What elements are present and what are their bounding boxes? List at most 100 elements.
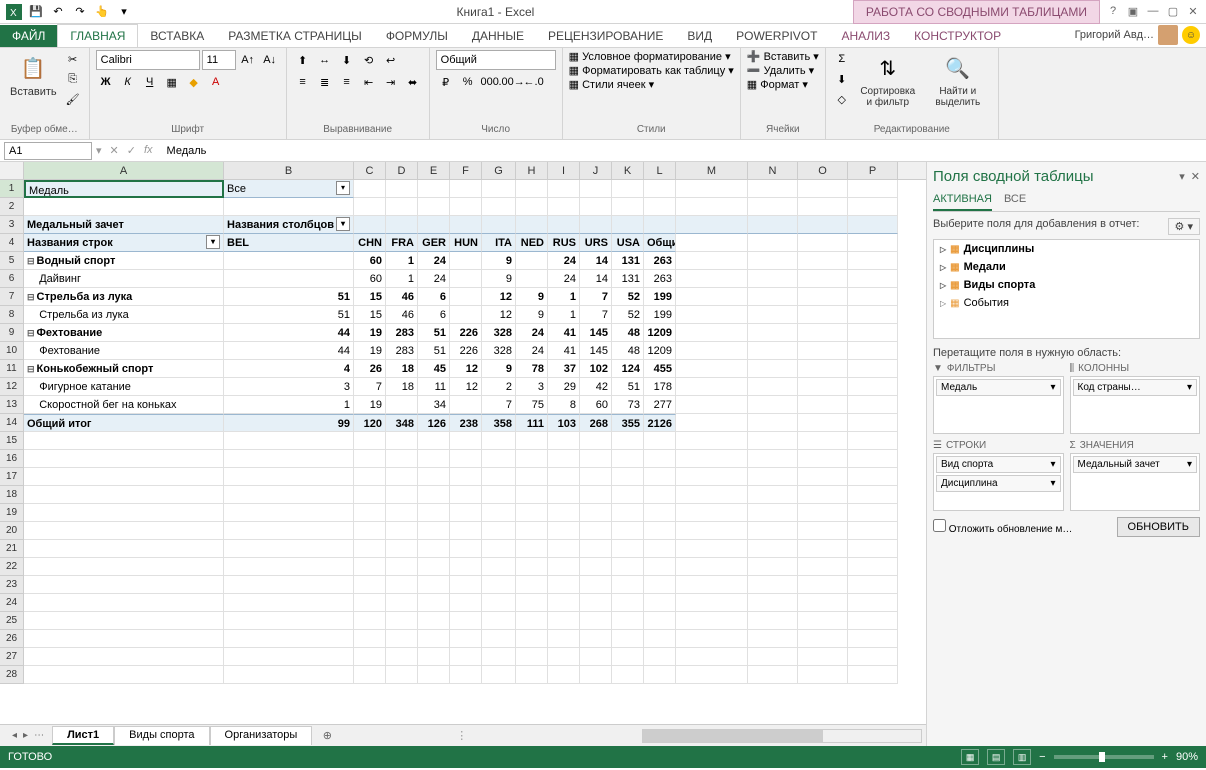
field-item[interactable]: ▷▦Дисциплины <box>934 240 1199 258</box>
sheet-nav-last-icon[interactable]: ▸ <box>23 730 28 741</box>
cell[interactable] <box>798 306 848 324</box>
cell[interactable] <box>798 486 848 504</box>
cell[interactable] <box>848 486 898 504</box>
cell[interactable] <box>386 180 418 198</box>
cell[interactable] <box>224 252 354 270</box>
field-item[interactable]: ▷▦События <box>934 294 1199 312</box>
cell[interactable] <box>548 180 580 198</box>
cell[interactable] <box>580 558 612 576</box>
cell[interactable] <box>224 630 354 648</box>
undo-icon[interactable]: ↶ <box>48 2 68 22</box>
cell[interactable] <box>516 576 548 594</box>
cell[interactable] <box>548 630 580 648</box>
cell[interactable]: 60 <box>354 252 386 270</box>
cell[interactable] <box>798 198 848 216</box>
cell[interactable] <box>386 486 418 504</box>
expand-collapse-icon[interactable]: ⊟ <box>27 364 35 374</box>
help-icon[interactable]: ? <box>1104 5 1122 18</box>
cell[interactable] <box>580 180 612 198</box>
cell[interactable] <box>748 666 798 684</box>
cell[interactable] <box>612 594 644 612</box>
delete-cells-button[interactable]: ➖ Удалить ▾ <box>747 64 819 77</box>
maximize-icon[interactable]: ▢ <box>1164 5 1182 18</box>
cell[interactable] <box>516 522 548 540</box>
cell[interactable] <box>676 378 748 396</box>
cell[interactable] <box>748 396 798 414</box>
cell[interactable] <box>482 522 516 540</box>
cell[interactable] <box>848 216 898 234</box>
decrease-indent-icon[interactable]: ⇤ <box>359 72 379 92</box>
cell[interactable] <box>482 630 516 648</box>
cell[interactable] <box>748 288 798 306</box>
cell[interactable] <box>676 666 748 684</box>
cell[interactable] <box>450 522 482 540</box>
cell[interactable] <box>450 540 482 558</box>
cell[interactable]: 3 <box>224 378 354 396</box>
cell[interactable]: 46 <box>386 306 418 324</box>
row-header-21[interactable]: 21 <box>0 540 24 558</box>
cell[interactable] <box>580 432 612 450</box>
cell[interactable] <box>418 522 450 540</box>
cell[interactable]: 45 <box>418 360 450 378</box>
cell[interactable]: 52 <box>612 306 644 324</box>
cell[interactable]: 14 <box>580 270 612 288</box>
cell[interactable]: 18 <box>386 360 418 378</box>
cell[interactable] <box>748 504 798 522</box>
cell[interactable] <box>580 594 612 612</box>
tab-design[interactable]: КОНСТРУКТОР <box>902 25 1013 47</box>
cell[interactable] <box>612 630 644 648</box>
cell[interactable] <box>644 648 676 666</box>
cell[interactable] <box>612 540 644 558</box>
cell[interactable] <box>612 432 644 450</box>
cell[interactable]: 126 <box>418 414 450 432</box>
cell[interactable] <box>548 666 580 684</box>
cell[interactable] <box>482 648 516 666</box>
cell[interactable]: 226 <box>450 324 482 342</box>
col-header-B[interactable]: B <box>224 162 354 179</box>
cell[interactable] <box>450 558 482 576</box>
cell[interactable] <box>748 324 798 342</box>
drop-zone-columns[interactable]: ⫼КОЛОННЫ Код страны…▾ <box>1070 363 1201 434</box>
formula-input[interactable]: Медаль <box>161 143 1206 159</box>
cell[interactable] <box>848 180 898 198</box>
sheet-nav-first-icon[interactable]: ◂ <box>12 730 17 741</box>
tab-analyze[interactable]: АНАЛИЗ <box>829 25 902 47</box>
cell[interactable]: 263 <box>644 252 676 270</box>
cell[interactable] <box>450 576 482 594</box>
cell[interactable] <box>848 342 898 360</box>
cell[interactable]: 24 <box>548 252 580 270</box>
cell[interactable] <box>612 504 644 522</box>
currency-icon[interactable]: ₽ <box>436 72 456 92</box>
cell[interactable] <box>848 198 898 216</box>
drop-zone-rows[interactable]: ☰СТРОКИ Вид спорта▾Дисциплина▾ <box>933 440 1064 511</box>
cell[interactable]: Все▾ <box>224 180 354 198</box>
cell[interactable] <box>548 540 580 558</box>
cell[interactable]: 44 <box>224 342 354 360</box>
cell[interactable] <box>548 450 580 468</box>
sort-filter-button[interactable]: ⇅ Сортировка и фильтр <box>854 50 922 110</box>
cell[interactable] <box>354 216 386 234</box>
cell[interactable] <box>450 594 482 612</box>
cell[interactable] <box>798 594 848 612</box>
col-header-G[interactable]: G <box>482 162 516 179</box>
cell[interactable]: 1 <box>224 396 354 414</box>
cell[interactable] <box>644 486 676 504</box>
field-list[interactable]: ▷▦Дисциплины▷▦Медали▷▦Виды спорта▷▦Событ… <box>933 239 1200 339</box>
cell[interactable] <box>612 522 644 540</box>
col-header-D[interactable]: D <box>386 162 418 179</box>
align-bottom-icon[interactable]: ⬇ <box>337 50 357 70</box>
cell[interactable] <box>354 558 386 576</box>
select-all-corner[interactable] <box>0 162 24 179</box>
cell[interactable]: 51 <box>224 288 354 306</box>
cell[interactable] <box>580 522 612 540</box>
cell[interactable]: Общий итог <box>644 234 676 252</box>
pane-dropdown-icon[interactable]: ▾ <box>1179 170 1185 183</box>
cell[interactable]: 12 <box>450 360 482 378</box>
cell[interactable] <box>516 558 548 576</box>
row-header-24[interactable]: 24 <box>0 594 24 612</box>
cell[interactable]: 3 <box>516 378 548 396</box>
cell[interactable] <box>798 324 848 342</box>
row-header-17[interactable]: 17 <box>0 468 24 486</box>
paste-button[interactable]: 📋 Вставить <box>6 50 61 108</box>
cell[interactable] <box>644 432 676 450</box>
